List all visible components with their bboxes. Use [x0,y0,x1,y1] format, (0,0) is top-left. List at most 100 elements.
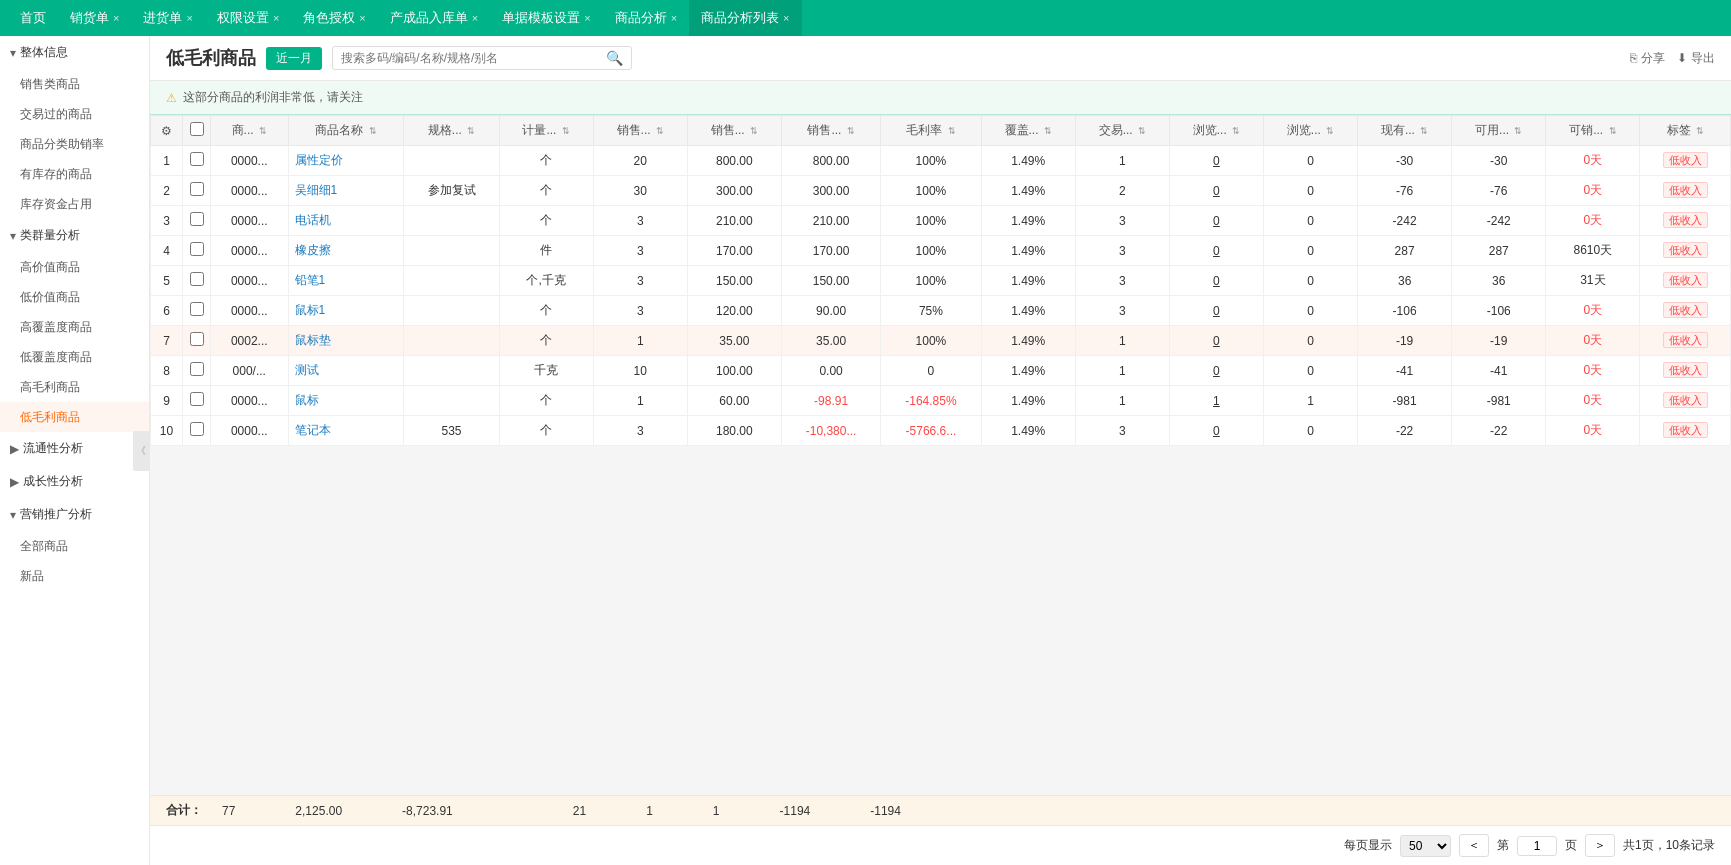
row-browse1[interactable]: 0 [1169,416,1263,446]
row-name[interactable]: 笔记本 [288,416,404,446]
sidebar-item-low-margin[interactable]: 低毛利商品 [0,402,149,432]
sidebar-item-sales-goods[interactable]: 销售类商品 [0,69,149,99]
col-checkbox[interactable] [183,116,211,146]
prev-page-btn[interactable]: ＜ [1459,834,1489,857]
nav-close-sales[interactable]: × [113,12,119,24]
table-row: 5 0000... 铅笔1 个,千克 3 150.00 150.00 100% … [151,266,1731,296]
sidebar-item-low-value[interactable]: 低价值商品 [0,282,149,312]
col-current[interactable]: 现有... ⇅ [1358,116,1452,146]
row-browse1[interactable]: 0 [1169,326,1263,356]
nav-close-permission[interactable]: × [273,12,279,24]
nav-sales[interactable]: 销货单 × [58,0,131,36]
nav-purchase[interactable]: 进货单 × [131,0,204,36]
row-checkbox[interactable] [183,266,211,296]
row-checkbox[interactable] [183,296,211,326]
sidebar-item-high-coverage[interactable]: 高覆盖度商品 [0,312,149,342]
col-unit[interactable]: 计量... ⇅ [499,116,593,146]
row-spec [404,266,499,296]
nav-goods-analysis[interactable]: 商品分析 × [603,0,689,36]
col-trade[interactable]: 交易... ⇅ [1075,116,1169,146]
search-input[interactable] [341,47,606,69]
row-checkbox[interactable] [183,206,211,236]
row-name[interactable]: 橡皮擦 [288,236,404,266]
col-margin[interactable]: 毛利率 ⇅ [881,116,981,146]
row-browse1[interactable]: 0 [1169,296,1263,326]
sidebar-item-stock-capital[interactable]: 库存资金占用 [0,189,149,219]
select-all-checkbox[interactable] [190,122,204,136]
row-checkbox[interactable] [183,326,211,356]
row-checkbox[interactable] [183,356,211,386]
row-checkbox[interactable] [183,236,211,266]
sidebar-collapse-btn[interactable]: 《 [133,431,149,471]
sidebar-item-high-margin[interactable]: 高毛利商品 [0,372,149,402]
sidebar-group-marketing[interactable]: ▾ 营销推广分析 [0,498,149,531]
nav-close-goods-analysis[interactable]: × [671,12,677,24]
col-available[interactable]: 可用... ⇅ [1452,116,1546,146]
sidebar-item-stock-goods[interactable]: 有库存的商品 [0,159,149,189]
share-btn[interactable]: ⎘ 分享 [1630,50,1665,67]
row-browse1[interactable]: 0 [1169,176,1263,206]
nav-close-product-entry[interactable]: × [472,12,478,24]
sidebar-item-low-coverage[interactable]: 低覆盖度商品 [0,342,149,372]
nav-role[interactable]: 角色授权 × [291,0,377,36]
sidebar-group-cluster[interactable]: ▾ 类群量分析 [0,219,149,252]
sidebar-item-all-goods[interactable]: 全部商品 [0,531,149,561]
nav-close-template[interactable]: × [584,12,590,24]
row-checkbox[interactable] [183,416,211,446]
filter-period-btn[interactable]: 近一月 [266,47,322,70]
nav-permission[interactable]: 权限设置 × [205,0,291,36]
col-browse2[interactable]: 浏览... ⇅ [1263,116,1357,146]
page-number-input[interactable] [1517,836,1557,856]
row-browse1[interactable]: 0 [1169,356,1263,386]
sidebar-group-overview[interactable]: ▾ 整体信息 [0,36,149,69]
row-name[interactable]: 电话机 [288,206,404,236]
col-tag[interactable]: 标签 ⇅ [1640,116,1731,146]
search-icon[interactable]: 🔍 [606,50,623,66]
row-name[interactable]: 鼠标1 [288,296,404,326]
col-amount[interactable]: 销售... ⇅ [781,116,880,146]
sidebar-item-category-rate[interactable]: 商品分类助销率 [0,129,149,159]
nav-close-purchase[interactable]: × [186,12,192,24]
nav-product-entry[interactable]: 产成品入库单 × [378,0,490,36]
col-spec[interactable]: 规格... ⇅ [404,116,499,146]
sidebar-item-new-goods[interactable]: 新品 [0,561,149,591]
sidebar-group-flow[interactable]: ▶ 流通性分析 [0,432,149,465]
sidebar-item-traded-goods[interactable]: 交易过的商品 [0,99,149,129]
row-browse1[interactable]: 0 [1169,146,1263,176]
row-name[interactable]: 鼠标垫 [288,326,404,356]
row-name[interactable]: 铅笔1 [288,266,404,296]
row-name[interactable]: 吴细细1 [288,176,404,206]
sidebar-item-high-value[interactable]: 高价值商品 [0,252,149,282]
nav-home[interactable]: 首页 [8,0,58,36]
nav-close-goods-analysis-list[interactable]: × [783,12,789,24]
row-browse1[interactable]: 0 [1169,266,1263,296]
row-checkbox[interactable] [183,386,211,416]
col-browse1[interactable]: 浏览... ⇅ [1169,116,1263,146]
col-coverage[interactable]: 覆盖... ⇅ [981,116,1075,146]
row-browse1[interactable]: 0 [1169,236,1263,266]
row-coverage: 1.49% [981,146,1075,176]
nav-goods-analysis-list[interactable]: 商品分析列表 × [689,0,801,36]
search-box[interactable]: 🔍 [332,46,632,70]
nav-template[interactable]: 单据模板设置 × [490,0,602,36]
row-browse1[interactable]: 0 [1169,206,1263,236]
row-name[interactable]: 鼠标 [288,386,404,416]
row-checkbox[interactable] [183,146,211,176]
settings-icon[interactable]: ⚙ [161,124,172,138]
sidebar-group-growth[interactable]: ▶ 成长性分析 [0,465,149,498]
col-code[interactable]: 商... ⇅ [211,116,289,146]
col-name[interactable]: 商品名称 ⇅ [288,116,404,146]
row-name[interactable]: 属性定价 [288,146,404,176]
page-size-select[interactable]: 50 100 200 [1400,835,1451,857]
col-qty[interactable]: 销售... ⇅ [593,116,687,146]
col-settings[interactable]: ⚙ [151,116,183,146]
export-btn[interactable]: ⬇ 导出 [1677,50,1715,67]
nav-close-role[interactable]: × [359,12,365,24]
row-browse1[interactable]: 1 [1169,386,1263,416]
row-checkbox[interactable] [183,176,211,206]
row-name[interactable]: 测试 [288,356,404,386]
col-price[interactable]: 销售... ⇅ [687,116,781,146]
next-page-btn[interactable]: ＞ [1585,834,1615,857]
col-saleable[interactable]: 可销... ⇅ [1546,116,1640,146]
row-available: -30 [1452,146,1546,176]
